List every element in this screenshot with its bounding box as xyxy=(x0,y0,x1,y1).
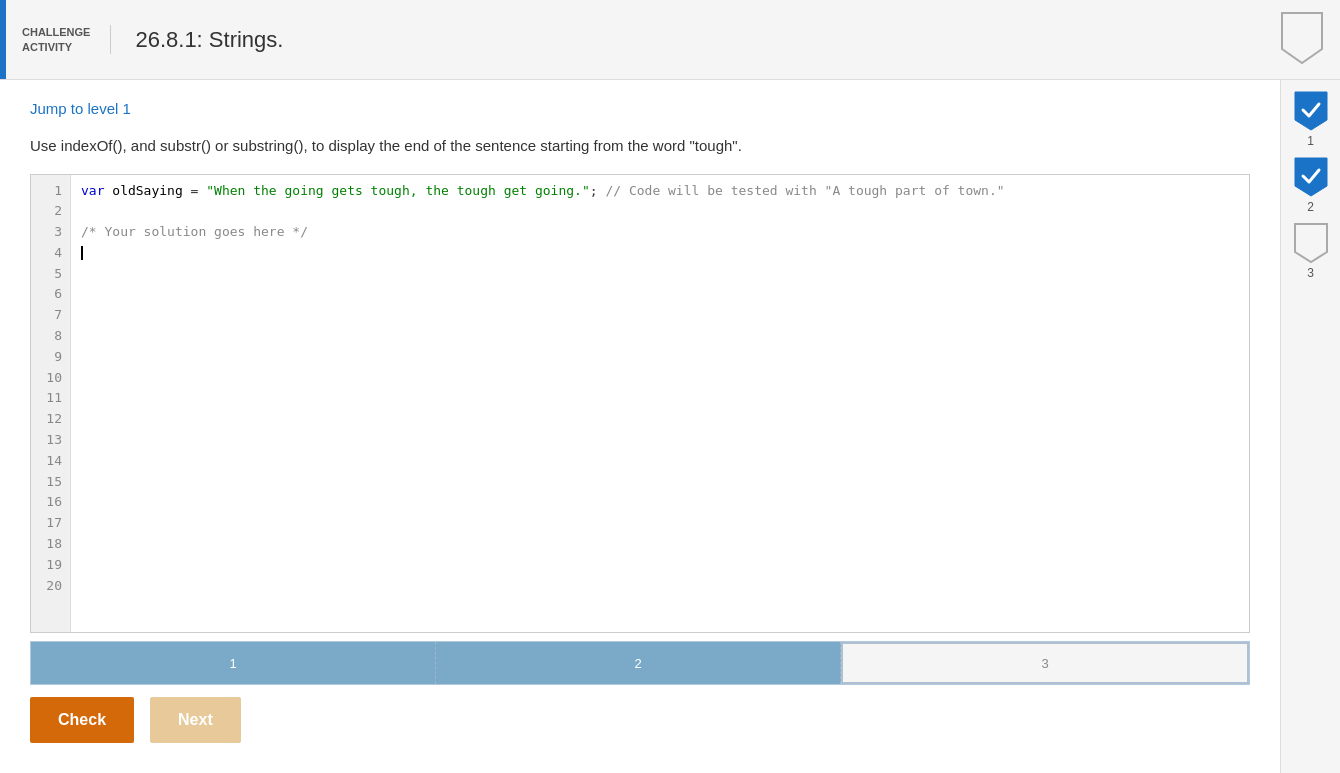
svg-marker-2 xyxy=(1295,158,1327,196)
next-button[interactable]: Next xyxy=(150,697,241,743)
sidebar-level-3[interactable]: 3 xyxy=(1293,222,1329,280)
svg-marker-0 xyxy=(1282,13,1322,63)
jump-to-level-link[interactable]: Jump to level 1 xyxy=(30,100,1250,117)
sidebar-level-2-num: 2 xyxy=(1307,200,1314,214)
progress-tab-2[interactable]: 2 xyxy=(436,642,841,684)
instruction-text: Use indexOf(), and substr() or substring… xyxy=(30,135,1250,158)
sidebar-level-1[interactable]: 1 xyxy=(1293,90,1329,148)
challenge-title: 26.8.1: Strings. xyxy=(111,27,283,53)
progress-tabs: 1 2 3 xyxy=(30,641,1250,685)
code-content[interactable]: var oldSaying = "When the going gets tou… xyxy=(71,175,1249,633)
progress-tab-1[interactable]: 1 xyxy=(31,642,436,684)
bottom-bar: Check Next xyxy=(30,697,1250,753)
right-sidebar: 1 2 3 xyxy=(1280,80,1340,773)
check-button[interactable]: Check xyxy=(30,697,134,743)
line-numbers: 1 2 3 4 5 6 7 8 9 10 11 12 13 14 15 16 1 xyxy=(31,175,71,633)
svg-marker-3 xyxy=(1295,224,1327,262)
sidebar-level-2[interactable]: 2 xyxy=(1293,156,1329,214)
sidebar-level-3-num: 3 xyxy=(1307,266,1314,280)
challenge-label: CHALLENGE ACTIVITY xyxy=(22,25,111,54)
header-badge xyxy=(1280,11,1324,69)
sidebar-level-1-num: 1 xyxy=(1307,134,1314,148)
svg-marker-1 xyxy=(1295,92,1327,130)
code-editor[interactable]: 1 2 3 4 5 6 7 8 9 10 11 12 13 14 15 16 1 xyxy=(30,174,1250,634)
progress-tab-3[interactable]: 3 xyxy=(841,642,1249,684)
